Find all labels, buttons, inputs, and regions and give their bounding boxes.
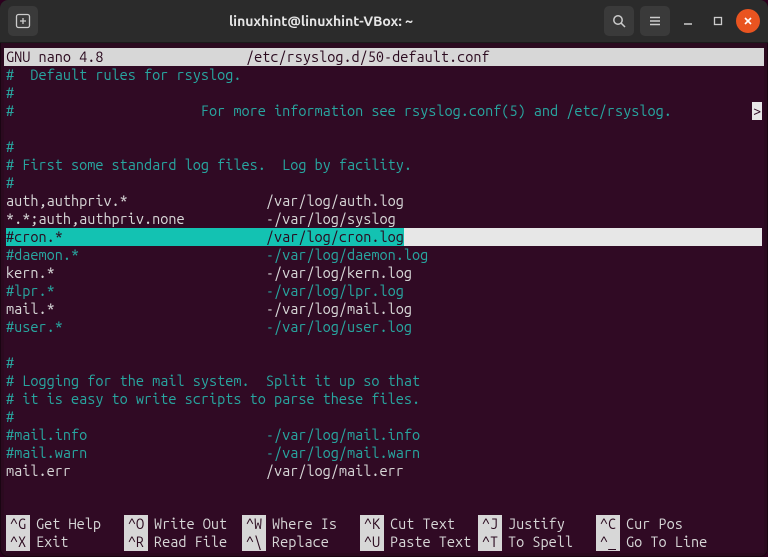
shortcut-go-to-line: ^_Go To Line [596,533,714,551]
editor-line[interactable]: #mail.warn -/var/log/mail.warn [6,444,762,462]
editor-line[interactable]: #user.* -/var/log/user.log [6,318,762,336]
shortcut-key: ^U [360,533,384,551]
maximize-button[interactable] [706,9,730,33]
shortcut-label: Write Out [148,515,227,533]
shortcut-key: ^K [360,515,384,533]
shortcut-label: To Spell [502,533,573,551]
nano-header: GNU nano 4.8 /etc/rsyslog.d/50-default.c… [4,48,764,66]
editor-line[interactable]: #lpr.* -/var/log/lpr.log [6,282,762,300]
line-continuation-indicator: > [752,102,762,120]
shortcut-write-out: ^OWrite Out [124,515,242,533]
shortcut-get-help: ^GGet Help [6,515,124,533]
nano-shortcuts: ^GGet Help^OWrite Out^WWhere Is^KCut Tex… [4,515,764,553]
titlebar[interactable]: linuxhint@linuxhint-VBox: ~ [0,0,768,43]
editor-line[interactable] [6,336,762,354]
editor-line[interactable]: mail.err /var/log/mail.err [6,462,762,480]
shortcut-label: Go To Line [620,533,707,551]
editor-line[interactable]: # [6,174,762,192]
shortcut-label: Paste Text [384,533,471,551]
shortcut-replace: ^\Replace [242,533,360,551]
shortcut-label: Justify [502,515,565,533]
shortcut-where-is: ^WWhere Is [242,515,360,533]
nano-version: GNU nano 4.8 [6,48,246,66]
minimize-button[interactable] [676,9,700,33]
editor-line[interactable]: # [6,138,762,156]
shortcut-justify: ^JJustify [478,515,596,533]
shortcut-paste-text: ^UPaste Text [360,533,478,551]
editor-line[interactable] [6,120,762,138]
editor-content[interactable]: # Default rules for rsyslog.## For more … [4,66,764,480]
minimize-icon [682,15,694,27]
editor-line[interactable]: mail.* -/var/log/mail.log [6,300,762,318]
editor-line[interactable]: # Default rules for rsyslog. [6,66,762,84]
terminal-area[interactable]: GNU nano 4.8 /etc/rsyslog.d/50-default.c… [4,48,764,553]
shortcut-cut-text: ^KCut Text [360,515,478,533]
window-title: linuxhint@linuxhint-VBox: ~ [38,13,604,29]
nano-filename: /etc/rsyslog.d/50-default.conf [246,48,762,66]
shortcut-key: ^\ [242,533,266,551]
shortcut-key: ^G [6,515,30,533]
shortcut-label: Replace [266,533,329,551]
shortcut-label: Get Help [30,515,101,533]
search-button[interactable] [604,6,634,36]
editor-line[interactable]: # it is easy to write scripts to parse t… [6,390,762,408]
shortcut-key: ^W [242,515,266,533]
editor-line[interactable]: #mail.info -/var/log/mail.info [6,426,762,444]
editor-line[interactable]: auth,authpriv.* /var/log/auth.log [6,192,762,210]
close-button[interactable] [736,9,760,33]
shortcut-label: Cut Text [384,515,455,533]
shortcut-key: ^X [6,533,30,551]
shortcut-read-file: ^RRead File [124,533,242,551]
new-tab-button[interactable] [8,6,38,36]
editor-line[interactable]: *.*;auth,authpriv.none -/var/log/syslog [6,210,762,228]
shortcut-row: ^XExit^RRead File^\Replace^UPaste Text^T… [6,533,762,551]
hamburger-icon [647,13,663,29]
shortcut-exit: ^XExit [6,533,124,551]
editor-line-selected[interactable]: #cron.* /var/log/cron.log [6,228,762,246]
editor-line[interactable]: # [6,84,762,102]
search-icon [611,13,627,29]
editor-line[interactable]: # First some standard log files. Log by … [6,156,762,174]
shortcut-label: Read File [148,533,227,551]
editor-line[interactable]: # For more information see rsyslog.conf(… [6,102,762,120]
editor-line[interactable]: # Logging for the mail system. Split it … [6,372,762,390]
shortcut-label: Cur Pos [620,515,683,533]
shortcut-key: ^O [124,515,148,533]
shortcut-label: Exit [30,533,68,551]
shortcut-key: ^_ [596,533,620,551]
editor-line[interactable]: kern.* -/var/log/kern.log [6,264,762,282]
editor-line[interactable]: # [6,408,762,426]
shortcut-key: ^J [478,515,502,533]
maximize-icon [712,15,724,27]
menu-button[interactable] [640,6,670,36]
shortcut-key: ^R [124,533,148,551]
close-icon [742,15,754,27]
shortcut-cur-pos: ^CCur Pos [596,515,714,533]
shortcut-label: Where Is [266,515,337,533]
shortcut-row: ^GGet Help^OWrite Out^WWhere Is^KCut Tex… [6,515,762,533]
shortcut-key: ^C [596,515,620,533]
editor-line[interactable]: # [6,354,762,372]
editor-line[interactable]: #daemon.* -/var/log/daemon.log [6,246,762,264]
new-tab-icon [15,13,31,29]
shortcut-to-spell: ^TTo Spell [478,533,596,551]
shortcut-key: ^T [478,533,502,551]
terminal-window: linuxhint@linuxhint-VBox: ~ [0,0,768,557]
